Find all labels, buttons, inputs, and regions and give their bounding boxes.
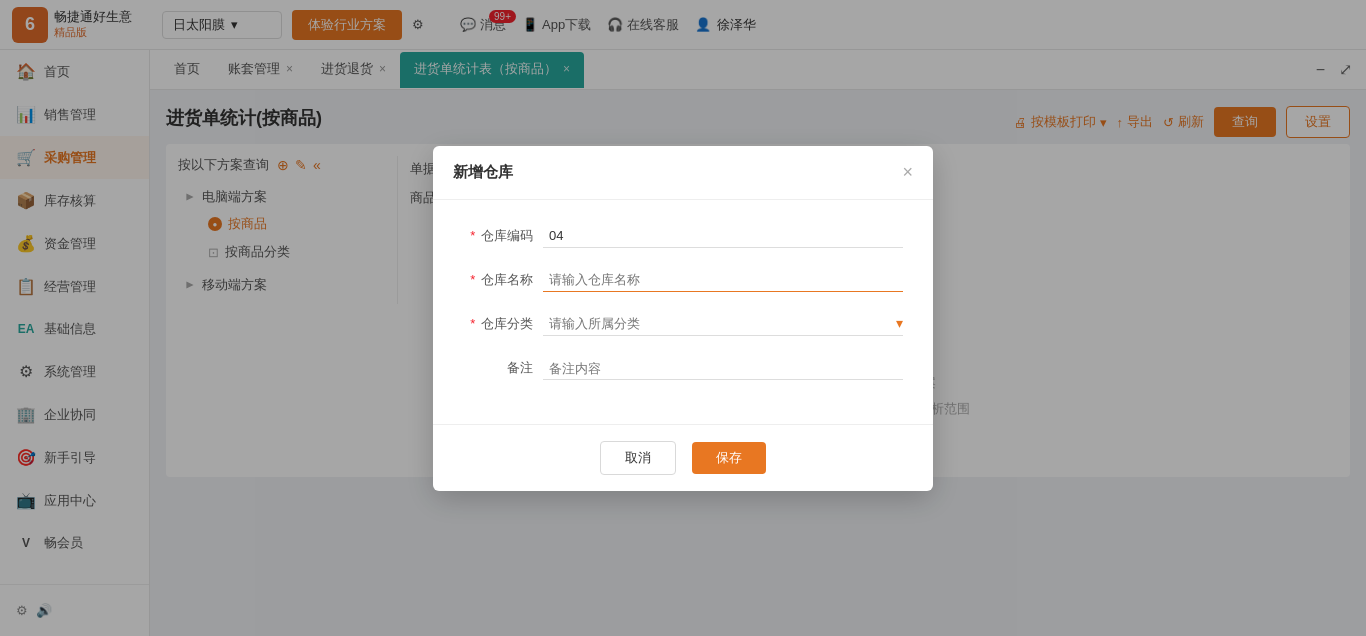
save-btn[interactable]: 保存	[692, 442, 766, 474]
add-warehouse-dialog: 新增仓库 × * 仓库编码 * 仓库名称	[433, 146, 933, 491]
category-input[interactable]	[543, 312, 896, 335]
dialog-header: 新增仓库 ×	[433, 146, 933, 200]
category-label: * 仓库分类	[463, 315, 543, 333]
code-input[interactable]	[543, 224, 903, 248]
dialog-title: 新增仓库	[453, 163, 513, 182]
cancel-btn[interactable]: 取消	[600, 441, 676, 475]
modal-overlay: 新增仓库 × * 仓库编码 * 仓库名称	[0, 0, 1366, 636]
category-select-wrapper: ▾	[543, 312, 903, 336]
dialog-footer: 取消 保存	[433, 424, 933, 491]
dialog-body: * 仓库编码 * 仓库名称 * 仓库分类	[433, 200, 933, 424]
name-label: * 仓库名称	[463, 271, 543, 289]
note-label: 备注	[463, 359, 543, 377]
form-row-note: 备注	[463, 356, 903, 380]
name-input[interactable]	[543, 268, 903, 292]
code-label: * 仓库编码	[463, 227, 543, 245]
note-textarea[interactable]	[543, 356, 903, 380]
category-arrow-icon[interactable]: ▾	[896, 315, 903, 331]
dialog-close-btn[interactable]: ×	[902, 162, 913, 183]
form-row-category: * 仓库分类 ▾	[463, 312, 903, 336]
form-row-name: * 仓库名称	[463, 268, 903, 292]
form-row-code: * 仓库编码	[463, 224, 903, 248]
